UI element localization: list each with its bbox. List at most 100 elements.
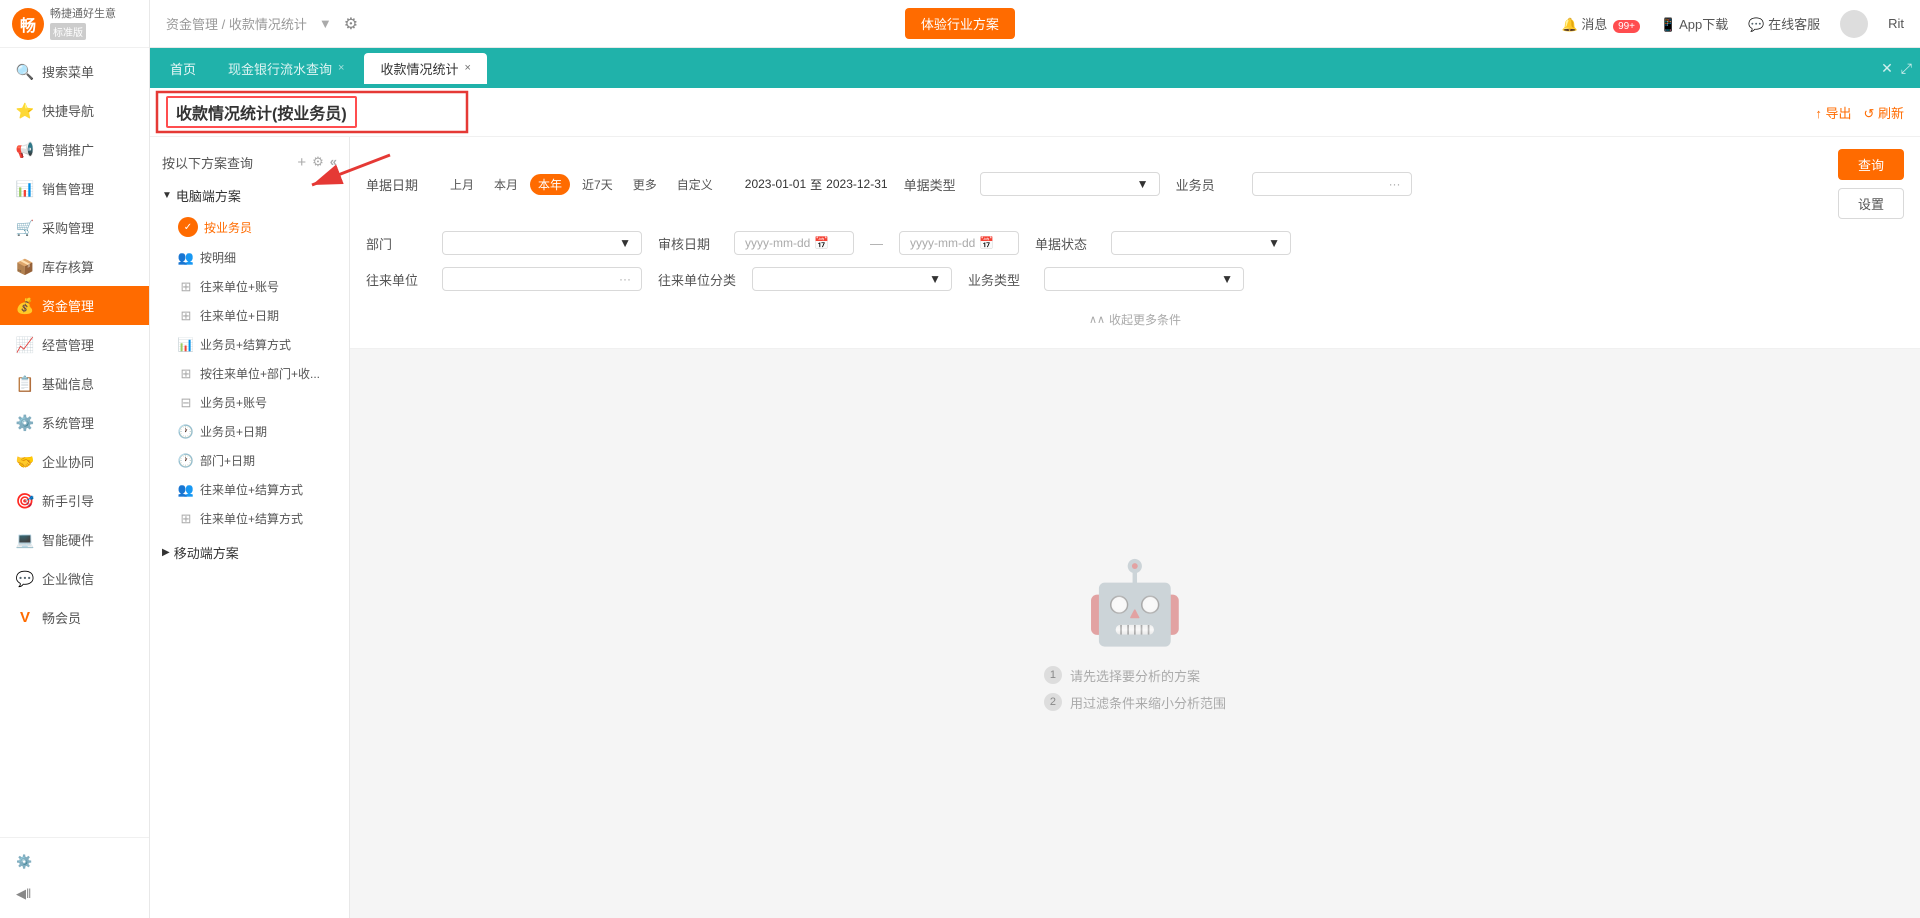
sidebar-item-inventory[interactable]: 📦 库存核算 [0, 247, 149, 286]
scheme-item-counterpart-date[interactable]: ⊞ 往来单位+日期 [150, 301, 349, 330]
tab-bank-flow[interactable]: 现金银行流水查询 × [212, 53, 360, 84]
scheme-item-counterpart-settlement2[interactable]: ⊞ 往来单位+结算方式 [150, 504, 349, 533]
scheme-collapse-btn[interactable]: « [330, 154, 337, 171]
date-tab-more[interactable]: 更多 [625, 174, 665, 195]
scheme-item-label: 按业务员 [204, 219, 252, 236]
biz-type-select[interactable]: ▼ [1044, 267, 1244, 291]
sidebar-item-quicknav[interactable]: ⭐ 快捷导航 [0, 91, 149, 130]
purchase-icon: 🛒 [16, 219, 34, 237]
export-btn[interactable]: ↑ 导出 [1815, 103, 1851, 122]
breadcrumb: 资金管理 / 收款情况统计 [166, 14, 307, 33]
sidebar-item-label: 库存核算 [42, 257, 94, 276]
tab-receipt-stats-close[interactable]: × [464, 62, 470, 74]
refresh-btn[interactable]: ↺ 刷新 [1863, 103, 1904, 122]
scheme-group-mobile-title[interactable]: ▶ 移动端方案 [150, 537, 349, 568]
scheme-item-label: 按往来单位+部门+收... [200, 365, 320, 382]
sidebar-settings-btn[interactable]: ⚙️ [0, 846, 149, 878]
sidebar-item-wechat[interactable]: 💬 企业微信 [0, 559, 149, 598]
sidebar-item-sales[interactable]: 📊 销售管理 [0, 169, 149, 208]
scheme-group-desktop: ▼ 电脑端方案 ✓ 按业务员 👥 按明细 ⊞ [150, 180, 349, 533]
clock-icon-2: 🕐 [178, 453, 194, 469]
sidebar-item-enterprise[interactable]: 🤝 企业协同 [0, 442, 149, 481]
sidebar-item-basic-info[interactable]: 📋 基础信息 [0, 364, 149, 403]
scheme-item-by-salesperson[interactable]: ✓ 按业务员 [150, 211, 349, 243]
sidebar-item-search[interactable]: 🔍 搜索菜单 [0, 52, 149, 91]
sidebar-item-operations[interactable]: 📈 经营管理 [0, 325, 149, 364]
scheme-item-dept-date[interactable]: 🕐 部门+日期 [150, 446, 349, 475]
online-service-label: 在线客服 [1768, 17, 1820, 32]
topbar-settings-icon[interactable]: ⚙ [344, 14, 358, 34]
page-title: 收款情况统计(按业务员) [166, 96, 357, 128]
dropdown-arrow-icon[interactable]: ▼ [319, 16, 332, 31]
tab-close-window-icon[interactable]: ✕ [1881, 60, 1893, 77]
trial-btn[interactable]: 体验行业方案 [905, 8, 1015, 39]
scheme-item-label: 业务员+结算方式 [200, 336, 291, 353]
sidebar-item-vip[interactable]: V 畅会员 [0, 598, 149, 637]
notifications-btn[interactable]: 🔔 消息 99+ [1562, 14, 1640, 33]
tab-maximize-icon[interactable]: ⤢ [1901, 60, 1912, 77]
review-date-from[interactable]: yyyy-mm-dd 📅 [734, 231, 854, 255]
scheme-add-btn[interactable]: + [297, 154, 306, 171]
scheme-item-by-detail[interactable]: 👥 按明细 [150, 243, 349, 272]
scheme-item-salesperson-date[interactable]: 🕐 业务员+日期 [150, 417, 349, 446]
refresh-icon: ↺ [1863, 106, 1874, 121]
sidebar-collapse-btn[interactable]: ◀‖ [0, 878, 149, 910]
sidebar-item-finance[interactable]: 💰 资金管理 [0, 286, 149, 325]
tab-receipt-stats[interactable]: 收款情况统计 × [364, 53, 486, 84]
calendar-icon-2[interactable]: 📅 [979, 236, 994, 250]
finance-icon: 💰 [16, 297, 34, 315]
sidebar-item-label: 新手引导 [42, 491, 94, 510]
scheme-settings-btn[interactable]: ⚙ [312, 154, 324, 171]
people-icon: 👥 [178, 250, 194, 266]
doc-status-select[interactable]: ▼ [1111, 231, 1291, 255]
more-dots-icon[interactable]: ··· [1389, 177, 1401, 191]
dept-dropdown-icon: ▼ [619, 236, 631, 250]
scheme-item-label: 往来单位+结算方式 [200, 510, 303, 527]
topbar-left: 资金管理 / 收款情况统计 ▼ ⚙ [166, 14, 358, 34]
sidebar-item-label: 智能硬件 [42, 530, 94, 549]
scheme-item-counterpart-account[interactable]: ⊞ 往来单位+账号 [150, 272, 349, 301]
date-tab-this-month[interactable]: 本月 [486, 174, 526, 195]
salesperson-input[interactable]: ··· [1252, 172, 1412, 196]
date-dash: — [870, 236, 883, 251]
marketing-icon: 📢 [16, 141, 34, 159]
main-content: 资金管理 / 收款情况统计 ▼ ⚙ 体验行业方案 🔔 消息 99+ 📱 App下… [150, 0, 1920, 918]
date-from: 2023-01-01 [745, 177, 806, 191]
review-date-to[interactable]: yyyy-mm-dd 📅 [899, 231, 1019, 255]
sidebar-item-system[interactable]: ⚙️ 系统管理 [0, 403, 149, 442]
scheme-item-counterpart-dept[interactable]: ⊞ 按往来单位+部门+收... [150, 359, 349, 388]
sidebar-item-purchase[interactable]: 🛒 采购管理 [0, 208, 149, 247]
scheme-item-salesperson-settlement[interactable]: 📊 业务员+结算方式 [150, 330, 349, 359]
scheme-item-counterpart-settlement1[interactable]: 👥 往来单位+结算方式 [150, 475, 349, 504]
user-avatar[interactable] [1840, 10, 1868, 38]
query-btn[interactable]: 查询 [1838, 149, 1904, 180]
date-tab-custom[interactable]: 自定义 [669, 174, 721, 195]
sidebar-item-marketing[interactable]: 📢 营销推广 [0, 130, 149, 169]
tabs-right-actions: ✕ ⤢ [1881, 60, 1912, 77]
filter-settings-btn[interactable]: 设置 [1838, 188, 1904, 219]
date-tab-this-year[interactable]: 本年 [530, 174, 570, 195]
online-service-btn[interactable]: 💬 在线客服 [1748, 14, 1820, 33]
logo-icon: 畅 [12, 8, 44, 40]
inventory-icon: 📦 [16, 258, 34, 276]
empty-robot-icon: 🤖 [1085, 556, 1185, 650]
dept-input[interactable]: ▼ [442, 231, 642, 255]
counterpart-type-select[interactable]: ▼ [752, 267, 952, 291]
collapse-filter-btn[interactable]: ∧∧ 收起更多条件 [366, 303, 1904, 336]
scheme-group-desktop-title[interactable]: ▼ 电脑端方案 [150, 180, 349, 211]
counterpart-more-icon[interactable]: ··· [619, 272, 631, 286]
doc-type-dropdown-icon: ▼ [1137, 177, 1149, 191]
tab-bank-flow-close[interactable]: × [338, 62, 344, 74]
date-tab-last-month[interactable]: 上月 [442, 174, 482, 195]
scheme-item-label: 往来单位+结算方式 [200, 481, 303, 498]
calendar-icon-1[interactable]: 📅 [814, 236, 829, 250]
sidebar-item-smart-hw[interactable]: 💻 智能硬件 [0, 520, 149, 559]
tab-home[interactable]: 首页 [158, 53, 208, 84]
app-download-btn[interactable]: 📱 App下载 [1660, 14, 1728, 33]
date-tab-7days[interactable]: 近7天 [574, 174, 621, 195]
doc-type-select[interactable]: ▼ [980, 172, 1160, 196]
counterpart-input[interactable]: ··· [442, 267, 642, 291]
sidebar-item-guide[interactable]: 🎯 新手引导 [0, 481, 149, 520]
scheme-item-salesperson-account[interactable]: ⊟ 业务员+账号 [150, 388, 349, 417]
filter-row-3: 往来单位 ··· 往来单位分类 ▼ 业务类型 ▼ [366, 267, 1904, 291]
